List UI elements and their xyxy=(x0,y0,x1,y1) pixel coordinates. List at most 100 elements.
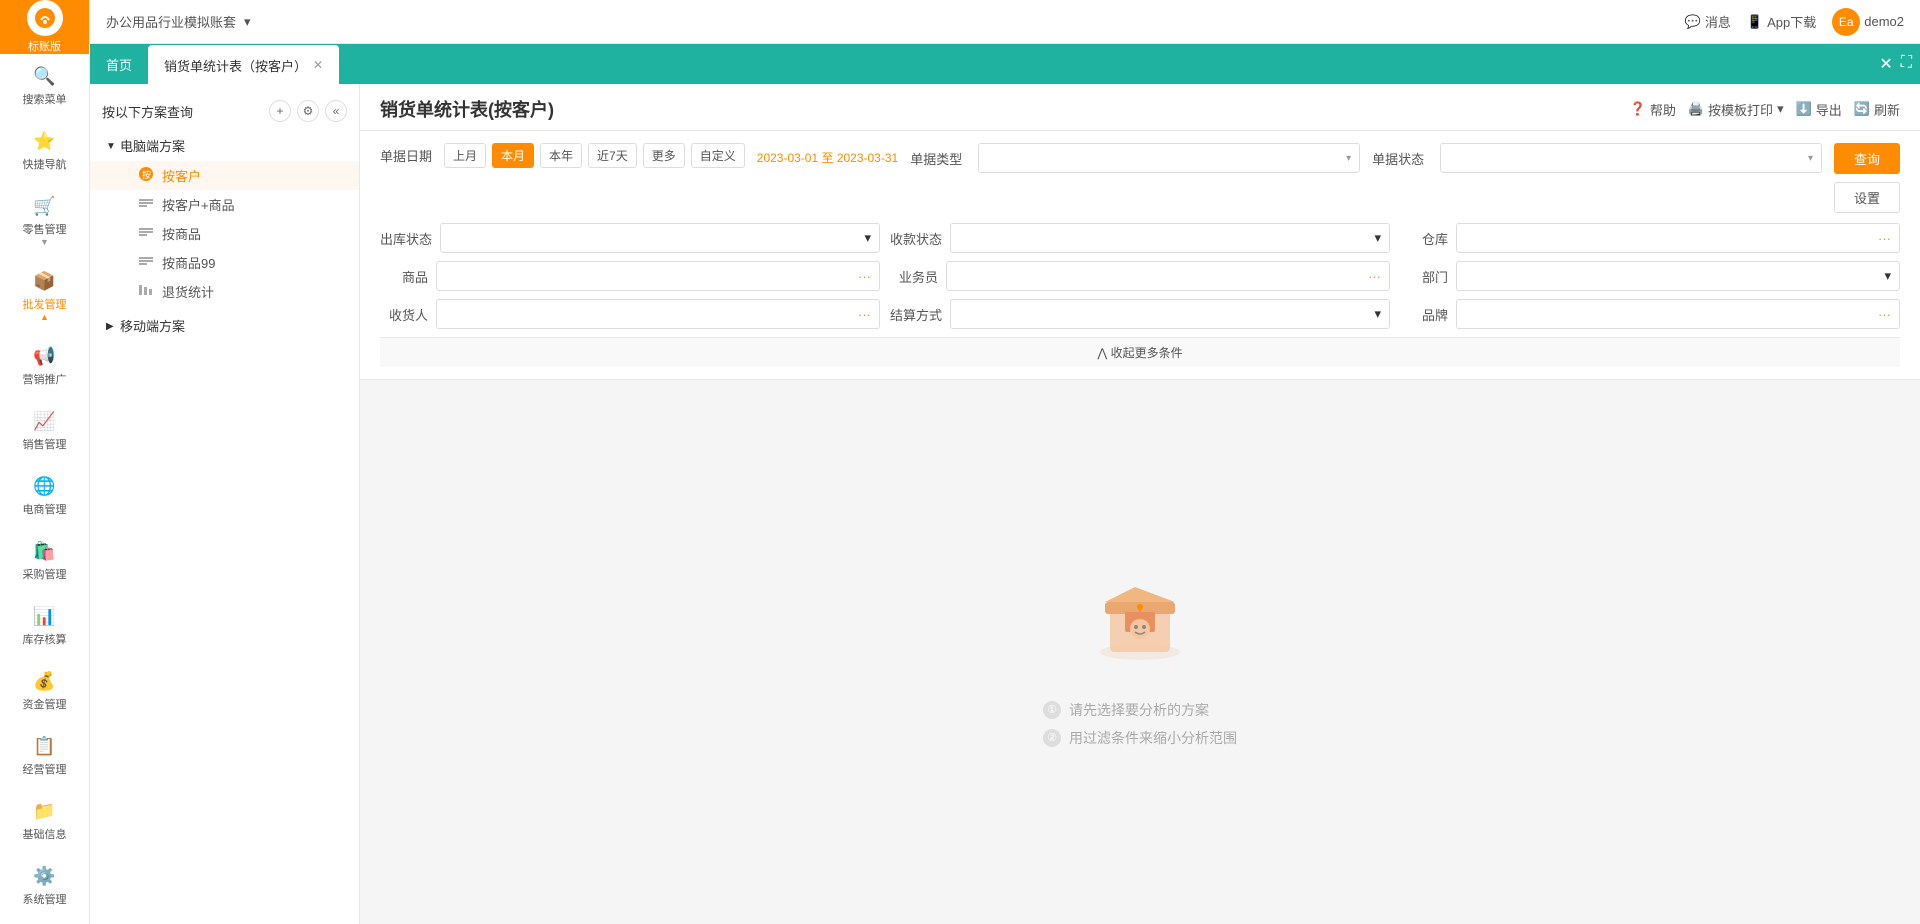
export-button[interactable]: ⬇️ 导出 xyxy=(1796,100,1842,119)
sidebar-item-system[interactable]: ⚙️ 系统管理 xyxy=(0,854,90,919)
order-status-select[interactable]: ▾ xyxy=(1440,143,1822,173)
settings-scheme-button[interactable]: ⚙ xyxy=(297,100,319,122)
user-menu[interactable]: Ea demo2 xyxy=(1832,8,1904,36)
stock-status-label: 出库状态 xyxy=(380,229,432,248)
brand-input[interactable]: ··· xyxy=(1456,299,1900,329)
message-button[interactable]: 💬 消息 xyxy=(1685,12,1731,31)
tree-item-by-customer-goods[interactable]: 按客户+商品 xyxy=(90,190,359,219)
operations-icon: 📋 xyxy=(33,736,55,757)
sidebar-item-retail[interactable]: 🛒 零售管理 ▼ xyxy=(0,184,90,259)
date-label: 单据日期 xyxy=(380,146,436,165)
tree-item-by-customer[interactable]: 按 按客户 xyxy=(90,161,359,190)
sidebar-item-sales[interactable]: 📈 销售管理 xyxy=(0,399,90,464)
tree-desktop-node[interactable]: ▼ 电脑端方案 xyxy=(90,130,359,161)
star-icon: ⭐ xyxy=(33,131,55,152)
order-type-select[interactable]: ▾ xyxy=(978,143,1360,173)
refresh-button[interactable]: 🔄 刷新 xyxy=(1854,100,1900,119)
tree-item-by-goods-label: 按商品 xyxy=(162,224,201,243)
template-print-button[interactable]: 🖨️ 按模板打印 ▾ xyxy=(1688,100,1784,119)
goods-input[interactable]: ··· xyxy=(436,261,880,291)
sidebar-item-wholesale[interactable]: 📦 批发管理 ▲ xyxy=(0,259,90,334)
payment-status-select[interactable]: ▾ xyxy=(950,223,1390,253)
app-download-button[interactable]: 📱 App下载 xyxy=(1747,12,1816,31)
filter-row-2: 出库状态 ▾ 收款状态 ▾ 仓库 xyxy=(380,223,1900,253)
search-icon: 🔍 xyxy=(33,66,55,87)
payment-status-cell: 收款状态 ▾ xyxy=(890,223,1390,253)
date-more[interactable]: 更多 xyxy=(643,143,685,168)
export-icon: ⬇️ xyxy=(1796,101,1812,117)
sidebar-item-operations[interactable]: 📋 经营管理 xyxy=(0,724,90,789)
tree-item-by-goods[interactable]: 按商品 xyxy=(90,219,359,248)
date-this-year[interactable]: 本年 xyxy=(540,143,582,168)
topbar: 办公用品行业模拟账套 ▾ 💬 消息 📱 App下载 Ea demo2 xyxy=(90,0,1920,44)
marketing-icon: 📢 xyxy=(33,346,55,367)
warehouse-cell: 仓库 ··· xyxy=(1400,223,1900,253)
content-area: 按以下方案查询 + ⚙ « ▼ 电脑端方案 按 按客户 xyxy=(90,84,1920,924)
department-select[interactable]: ▾ xyxy=(1456,261,1900,291)
tree-item-by-customer-label: 按客户 xyxy=(162,166,201,185)
receiver-cell: 收货人 ··· xyxy=(380,299,880,329)
warehouse-dots-icon[interactable]: ··· xyxy=(1878,231,1891,246)
step-1-number: ① xyxy=(1043,701,1061,719)
sidebar-item-marketing[interactable]: 📢 营销推广 xyxy=(0,334,90,399)
tree-mobile-label: 移动端方案 xyxy=(120,316,185,335)
tree-item-by-goods-99[interactable]: 按商品99 xyxy=(90,248,359,277)
collapse-panel-button[interactable]: « xyxy=(325,100,347,122)
warehouse-input[interactable]: ··· xyxy=(1456,223,1900,253)
query-button[interactable]: 查询 xyxy=(1834,143,1900,174)
ecommerce-icon: 🌐 xyxy=(33,476,55,497)
tab-close-icon[interactable]: ✕ xyxy=(313,58,323,72)
stock-status-cell: 出库状态 ▾ xyxy=(380,223,880,253)
basic-icon: 📁 xyxy=(33,801,55,822)
sidebar-item-enterprise[interactable]: 🤝 企业协同 xyxy=(0,919,90,924)
tree-mobile-node[interactable]: ▶ 移动端方案 xyxy=(90,310,359,341)
stock-status-select[interactable]: ▾ xyxy=(440,223,880,253)
chevron-down-icon-5: ▾ xyxy=(1884,268,1891,284)
collapse-filters-button[interactable]: ⋀ 收起更多条件 xyxy=(380,337,1900,367)
goods-dots-icon[interactable]: ··· xyxy=(858,269,871,284)
close-window-icon[interactable]: ✕ xyxy=(1879,54,1892,74)
receiver-input[interactable]: ··· xyxy=(436,299,880,329)
settlement-label: 结算方式 xyxy=(890,305,942,324)
date-last-7-days[interactable]: 近7天 xyxy=(588,143,637,168)
filter-area: 单据日期 上月 本月 本年 近7天 更多 自定义 2023-03-01 至 20… xyxy=(360,131,1920,380)
dropdown-icon: ▾ xyxy=(244,14,251,30)
print-dropdown-icon: ▾ xyxy=(1777,101,1784,117)
salesperson-input[interactable]: ··· xyxy=(946,261,1390,291)
avatar: Ea xyxy=(1832,8,1860,36)
help-button[interactable]: ❓ 帮助 xyxy=(1630,100,1676,119)
sidebar-item-basic[interactable]: 📁 基础信息 xyxy=(0,789,90,854)
sidebar-item-finance[interactable]: 💰 资金管理 xyxy=(0,659,90,724)
sidebar-item-quick-nav[interactable]: ⭐ 快捷导航 xyxy=(0,119,90,184)
sidebar-item-purchase[interactable]: 🛍️ 采购管理 xyxy=(0,529,90,594)
industry-selector[interactable]: 办公用品行业模拟账套 ▾ xyxy=(106,12,251,31)
order-type-label: 单据类型 xyxy=(910,149,966,168)
brand-dots-icon[interactable]: ··· xyxy=(1878,307,1891,322)
date-custom[interactable]: 自定义 xyxy=(691,143,745,168)
brand-cell: 品牌 ··· xyxy=(1400,299,1900,329)
warehouse-label: 仓库 xyxy=(1400,229,1448,248)
sidebar-item-search[interactable]: 🔍 搜索菜单 xyxy=(0,54,90,119)
app-logo[interactable]: 标账版 xyxy=(0,0,90,54)
tabbar: 首页 销货单统计表（按客户） ✕ ✕ ⛶ xyxy=(90,44,1920,84)
print-icon: 🖨️ xyxy=(1688,101,1704,117)
tab-home[interactable]: 首页 xyxy=(90,44,148,84)
receiver-label: 收货人 xyxy=(380,305,428,324)
filter-row-3: 商品 ··· 业务员 ··· 部门 xyxy=(380,261,1900,291)
maximize-icon[interactable]: ⛶ xyxy=(1901,54,1912,74)
empty-hint-2: ② 用过滤条件来缩小分析范围 xyxy=(1043,728,1237,748)
tree-desktop-label: 电脑端方案 xyxy=(120,136,185,155)
salesperson-dots-icon[interactable]: ··· xyxy=(1368,269,1381,284)
settlement-select[interactable]: ▾ xyxy=(950,299,1390,329)
tree-item-return-stats[interactable]: 退货统计 xyxy=(90,277,359,306)
retail-icon: 🛒 xyxy=(33,196,55,217)
receiver-dots-icon[interactable]: ··· xyxy=(858,307,871,322)
tab-sales-stats[interactable]: 销货单统计表（按客户） ✕ xyxy=(148,45,339,85)
settings-button[interactable]: 设置 xyxy=(1834,182,1900,213)
date-last-month[interactable]: 上月 xyxy=(444,143,486,168)
date-this-month[interactable]: 本月 xyxy=(492,143,534,168)
finance-icon: 💰 xyxy=(33,671,55,692)
add-scheme-button[interactable]: + xyxy=(269,100,291,122)
sidebar-item-inventory[interactable]: 📊 库存核算 xyxy=(0,594,90,659)
sidebar-item-ecommerce[interactable]: 🌐 电商管理 xyxy=(0,464,90,529)
